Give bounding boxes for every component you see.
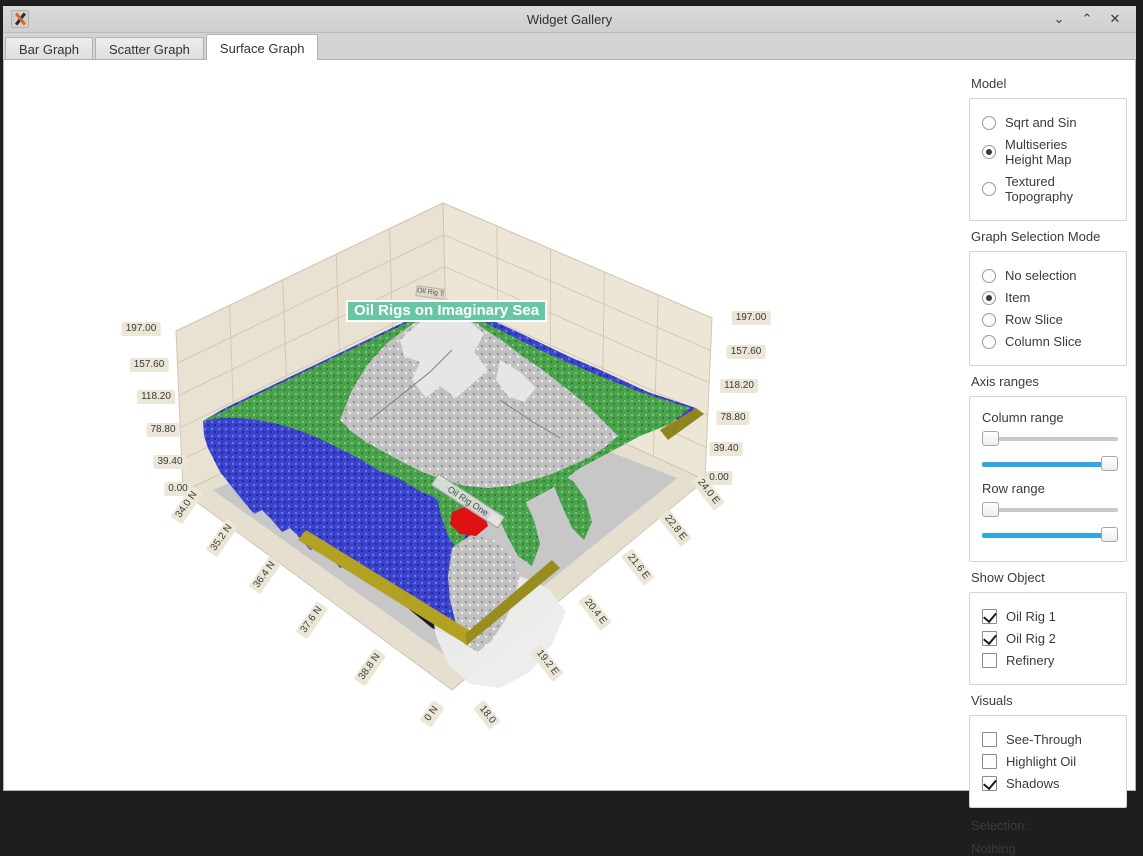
checkbox-label: Oil Rig 1	[1006, 609, 1056, 624]
checkbox-refinery[interactable]: Refinery	[982, 653, 1118, 668]
selection-label: Selection:	[971, 818, 1125, 833]
slider-groove	[982, 508, 1118, 512]
radio-no-selection[interactable]: No selection	[982, 268, 1118, 283]
column-max-slider[interactable]	[982, 456, 1118, 471]
checkbox-icon[interactable]	[982, 609, 997, 624]
checkbox-label: Highlight Oil	[1006, 754, 1076, 769]
radio-row-slice[interactable]: Row Slice	[982, 312, 1118, 327]
radio-icon[interactable]	[982, 182, 996, 196]
window-controls: ⌄ ⌃ ✕	[1050, 10, 1136, 28]
axis-ranges-groupbox: Column range Row range	[969, 396, 1127, 562]
window-title: Widget Gallery	[3, 12, 1136, 27]
visuals-section-title: Visuals	[971, 693, 1127, 708]
radio-icon[interactable]	[982, 145, 996, 159]
checkbox-oil-rig-1[interactable]: Oil Rig 1	[982, 609, 1118, 624]
tab-surface-graph[interactable]: Surface Graph	[206, 34, 319, 60]
close-button[interactable]: ✕	[1106, 10, 1124, 28]
radio-icon[interactable]	[982, 335, 996, 349]
slider-groove	[982, 437, 1118, 441]
radio-icon[interactable]	[982, 313, 996, 327]
radio-icon[interactable]	[982, 291, 996, 305]
slider-handle[interactable]	[1101, 527, 1118, 542]
slider-handle[interactable]	[982, 502, 999, 517]
column-min-slider[interactable]	[982, 431, 1118, 446]
checkbox-icon[interactable]	[982, 732, 997, 747]
checkbox-shadows[interactable]: Shadows	[982, 776, 1118, 791]
axis-ranges-section-title: Axis ranges	[971, 374, 1127, 389]
slider-groove-filled	[982, 533, 1118, 538]
radio-label: No selection	[1005, 268, 1077, 283]
minimize-button[interactable]: ⌄	[1050, 10, 1068, 28]
app-window: Widget Gallery ⌄ ⌃ ✕ Bar Graph Scatter G…	[3, 6, 1136, 791]
radio-label: Textured Topography	[1005, 174, 1107, 204]
radio-label: Sqrt and Sin	[1005, 115, 1077, 130]
maximize-button[interactable]: ⌃	[1078, 10, 1096, 28]
tab-bar-graph[interactable]: Bar Graph	[5, 37, 93, 60]
radio-label: Multiseries Height Map	[1005, 137, 1107, 167]
tab-bar: Bar Graph Scatter Graph Surface Graph	[3, 33, 1136, 60]
tab-scatter-graph[interactable]: Scatter Graph	[95, 37, 204, 60]
slider-handle[interactable]	[982, 431, 999, 446]
radio-sqrt-and-sin[interactable]: Sqrt and Sin	[982, 115, 1118, 130]
slider-handle[interactable]	[1101, 456, 1118, 471]
radio-label: Column Slice	[1005, 334, 1082, 349]
title-bar: Widget Gallery ⌄ ⌃ ✕	[3, 6, 1136, 33]
show-object-groupbox: Oil Rig 1 Oil Rig 2 Refinery	[969, 592, 1127, 685]
selection-mode-groupbox: No selection Item Row Slice Column Slice	[969, 251, 1127, 366]
model-section-title: Model	[971, 76, 1127, 91]
radio-multiseries-height-map[interactable]: Multiseries Height Map	[982, 137, 1118, 167]
slider-groove-filled	[982, 462, 1118, 467]
checkbox-label: Shadows	[1006, 776, 1059, 791]
selection-mode-section-title: Graph Selection Mode	[971, 229, 1127, 244]
checkbox-icon[interactable]	[982, 653, 997, 668]
row-range-label: Row range	[982, 481, 1118, 496]
checkbox-icon[interactable]	[982, 754, 997, 769]
screen: Widget Gallery ⌄ ⌃ ✕ Bar Graph Scatter G…	[0, 0, 1143, 806]
checkbox-highlight-oil[interactable]: Highlight Oil	[982, 754, 1118, 769]
column-range-label: Column range	[982, 410, 1118, 425]
surface-graph-page: Model Sqrt and Sin Multiseries Height Ma…	[3, 59, 1136, 791]
radio-label: Row Slice	[1005, 312, 1063, 327]
model-groupbox: Sqrt and Sin Multiseries Height Map Text…	[969, 98, 1127, 221]
radio-textured-topography[interactable]: Textured Topography	[982, 174, 1118, 204]
checkbox-label: Refinery	[1006, 653, 1054, 668]
checkbox-see-through[interactable]: See-Through	[982, 732, 1118, 747]
checkbox-label: See-Through	[1006, 732, 1082, 747]
checkbox-icon[interactable]	[982, 776, 997, 791]
visuals-groupbox: See-Through Highlight Oil Shadows	[969, 715, 1127, 808]
control-panel: Model Sqrt and Sin Multiseries Height Ma…	[965, 60, 1135, 790]
row-max-slider[interactable]	[982, 527, 1118, 542]
radio-label: Item	[1005, 290, 1030, 305]
checkbox-icon[interactable]	[982, 631, 997, 646]
radio-icon[interactable]	[982, 116, 996, 130]
radio-item[interactable]: Item	[982, 290, 1118, 305]
checkbox-label: Oil Rig 2	[1006, 631, 1056, 646]
checkbox-oil-rig-2[interactable]: Oil Rig 2	[982, 631, 1118, 646]
radio-column-slice[interactable]: Column Slice	[982, 334, 1118, 349]
radio-icon[interactable]	[982, 269, 996, 283]
selection-info: Selection: Nothing	[971, 818, 1125, 856]
selection-value: Nothing	[971, 841, 1125, 856]
row-min-slider[interactable]	[982, 502, 1118, 517]
show-object-section-title: Show Object	[971, 570, 1127, 585]
